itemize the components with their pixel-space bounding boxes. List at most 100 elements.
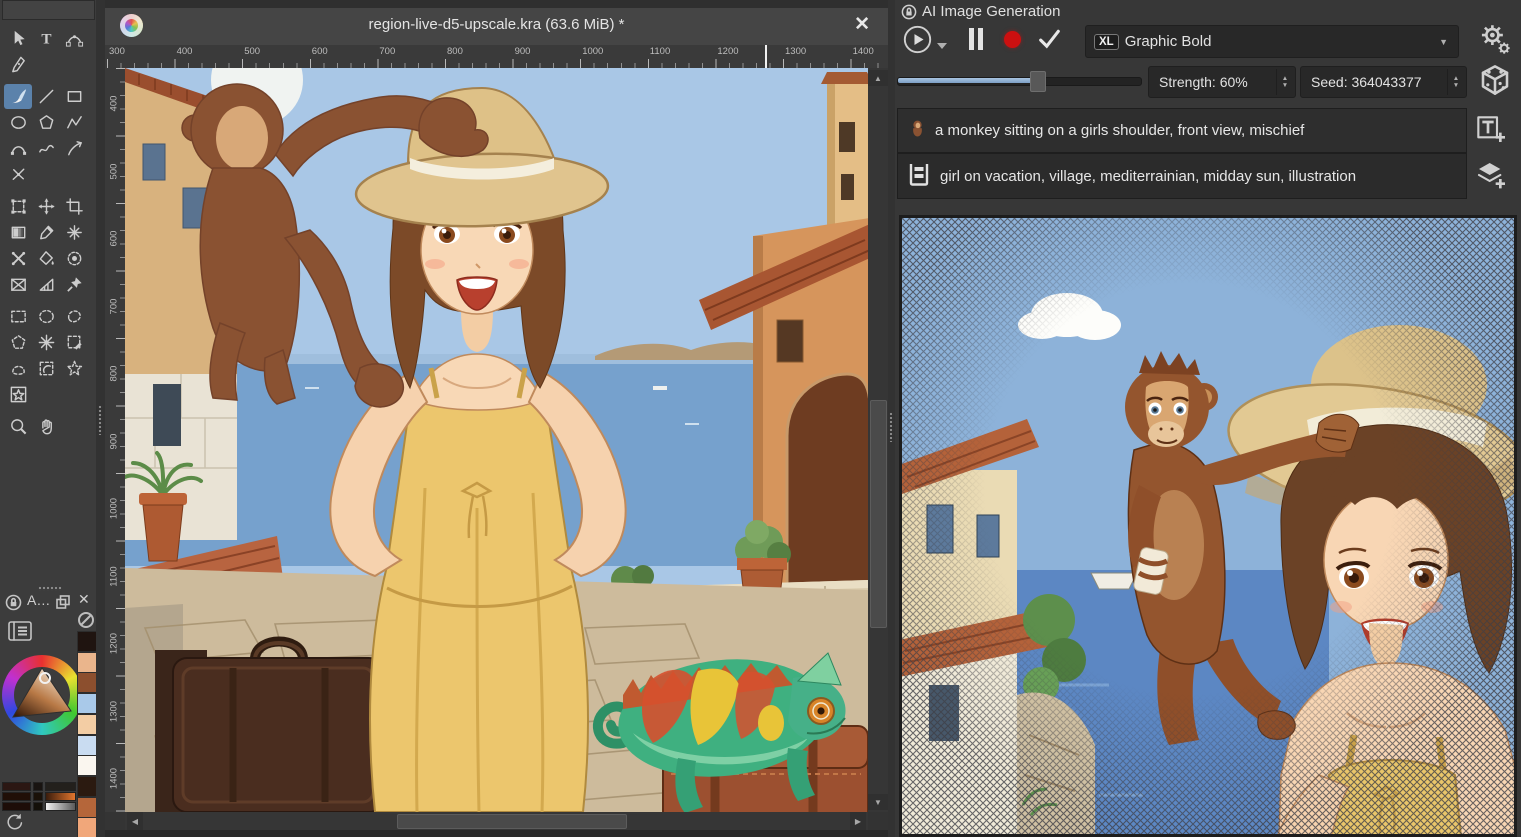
multibrush-tool[interactable] [4, 162, 32, 187]
gradient-swatch[interactable] [2, 802, 31, 811]
assistants-tool[interactable] [4, 272, 32, 297]
calligraphy-tool[interactable] [4, 52, 32, 77]
seed-spinbox[interactable]: Seed: 364043377 ▲▼ [1300, 66, 1467, 98]
seed-spin-arrows[interactable]: ▲▼ [1447, 69, 1464, 95]
dynamic-brush-tool[interactable] [60, 136, 88, 161]
gradient-swatch[interactable] [33, 782, 42, 791]
root-prompt-row[interactable]: girl on vacation, village, mediterrainia… [897, 153, 1467, 199]
docker-float-icon[interactable] [55, 594, 71, 615]
gradient-preset-row[interactable] [2, 792, 76, 801]
gradient-preset-row[interactable] [2, 782, 76, 791]
color-sampler-tool[interactable] [32, 220, 60, 245]
zoom-tool[interactable] [4, 414, 32, 439]
gradient-swatch[interactable] [2, 782, 31, 791]
freehand-path-tool[interactable] [32, 136, 60, 161]
enclose-fill-tool[interactable] [60, 246, 88, 271]
model-select[interactable]: XL Graphic Bold ▼ [1085, 25, 1459, 58]
move-tool[interactable] [32, 194, 60, 219]
color-swatch[interactable] [77, 755, 97, 776]
region-prompt-text[interactable]: a monkey sitting on a girls shoulder, fr… [935, 122, 1304, 139]
vertical-scrollbar[interactable]: ▲ ▼ [868, 68, 888, 812]
left-splitter[interactable] [96, 0, 105, 837]
gradient-tool[interactable] [4, 220, 32, 245]
gradient-preset-row[interactable] [2, 802, 76, 811]
ellipse-select-tool[interactable] [32, 304, 60, 329]
add-layer-region-button[interactable] [1468, 153, 1514, 197]
document-title-bar[interactable]: region-live-d5-upscale.kra (63.6 MiB) * … [105, 8, 888, 46]
ellipse-tool[interactable] [4, 110, 32, 135]
bezier-select-tool[interactable] [4, 356, 32, 381]
magnetic-select-tool[interactable] [32, 356, 60, 381]
rectangle-tool[interactable] [60, 84, 88, 109]
strength-spin-arrows[interactable]: ▲▼ [1276, 69, 1293, 95]
patterns-tool[interactable] [60, 220, 88, 245]
splitter-handle[interactable] [889, 412, 894, 442]
reference-images-tool[interactable] [60, 272, 88, 297]
gradient-swatch[interactable] [2, 792, 31, 801]
strength-slider[interactable] [897, 66, 1140, 94]
color-swatch[interactable] [77, 817, 97, 837]
scroll-up-button[interactable]: ▲ [868, 70, 888, 86]
scroll-right-button[interactable]: ▶ [850, 812, 866, 830]
gradient-swatch[interactable] [45, 802, 76, 811]
horizontal-scroll-thumb[interactable] [397, 814, 627, 829]
right-splitter[interactable] [888, 0, 895, 837]
panel-lock-icon[interactable] [901, 4, 917, 25]
canvas[interactable] [125, 68, 868, 812]
gradient-swatch[interactable] [45, 792, 76, 801]
docker-lock-icon[interactable] [5, 594, 22, 616]
color-swatch[interactable] [77, 693, 97, 714]
scroll-down-button[interactable]: ▼ [868, 794, 888, 810]
similar-color-select-tool[interactable] [32, 330, 60, 355]
bezier-curve-tool[interactable] [4, 136, 32, 161]
polygon-select-tool[interactable] [4, 330, 32, 355]
apply-button[interactable] [1037, 28, 1062, 55]
edit-shapes-tool[interactable] [60, 26, 88, 51]
polygon-tool[interactable] [32, 110, 60, 135]
color-swatch[interactable] [77, 631, 97, 652]
generate-button[interactable] [903, 25, 932, 59]
pause-button[interactable] [967, 27, 985, 51]
smart-patch-tool[interactable] [4, 246, 32, 271]
root-prompt-text[interactable]: girl on vacation, village, mediterrainia… [940, 168, 1356, 185]
fill-tool[interactable] [32, 246, 60, 271]
generate-dropdown-icon[interactable] [937, 36, 947, 54]
line-tool[interactable] [32, 84, 60, 109]
select-shapes-tool[interactable] [4, 26, 32, 51]
freehand-select-tool[interactable] [60, 304, 88, 329]
gradient-swatch[interactable] [33, 792, 42, 801]
scroll-left-button[interactable]: ◀ [127, 812, 143, 830]
gradient-swatch[interactable] [45, 782, 76, 791]
close-document-icon[interactable]: ✕ [854, 13, 870, 36]
gradient-swatch[interactable] [33, 802, 42, 811]
color-swatch[interactable] [77, 714, 97, 735]
text-tool[interactable]: T [32, 26, 60, 51]
vertical-scroll-thumb[interactable] [870, 400, 887, 628]
no-color-swatch[interactable] [77, 611, 95, 629]
toolbox-header[interactable] [2, 0, 95, 20]
horizontal-scrollbar[interactable]: ◀ ▶ [125, 812, 868, 830]
settings-gear-icon[interactable] [1478, 22, 1512, 61]
docker-close-icon[interactable]: ✕ [78, 591, 90, 608]
rect-select-tool[interactable] [4, 304, 32, 329]
color-swatch[interactable] [77, 672, 97, 693]
strength-spinbox[interactable]: Strength: 60% ▲▼ [1148, 66, 1296, 98]
add-text-region-button[interactable] [1468, 108, 1514, 151]
pan-tool[interactable] [32, 414, 60, 439]
docker-drag-handle[interactable] [38, 586, 62, 591]
region-prompt-row[interactable]: a monkey sitting on a girls shoulder, fr… [897, 108, 1467, 153]
star-select-tool[interactable] [60, 356, 88, 381]
freehand-brush-tool[interactable] [4, 84, 32, 109]
record-button[interactable] [1004, 31, 1021, 48]
measure-tool[interactable] [32, 272, 60, 297]
color-swatch[interactable] [77, 735, 97, 756]
random-seed-dice-icon[interactable] [1479, 64, 1511, 101]
color-swatch[interactable] [77, 652, 97, 673]
outline-select-tool[interactable] [60, 330, 88, 355]
transform-tool[interactable] [4, 194, 32, 219]
crop-tool[interactable] [60, 194, 88, 219]
color-swatch[interactable] [77, 797, 97, 818]
color-triangle[interactable] [2, 655, 82, 735]
refresh-icon[interactable] [5, 812, 24, 836]
slider-handle[interactable] [1030, 71, 1046, 92]
